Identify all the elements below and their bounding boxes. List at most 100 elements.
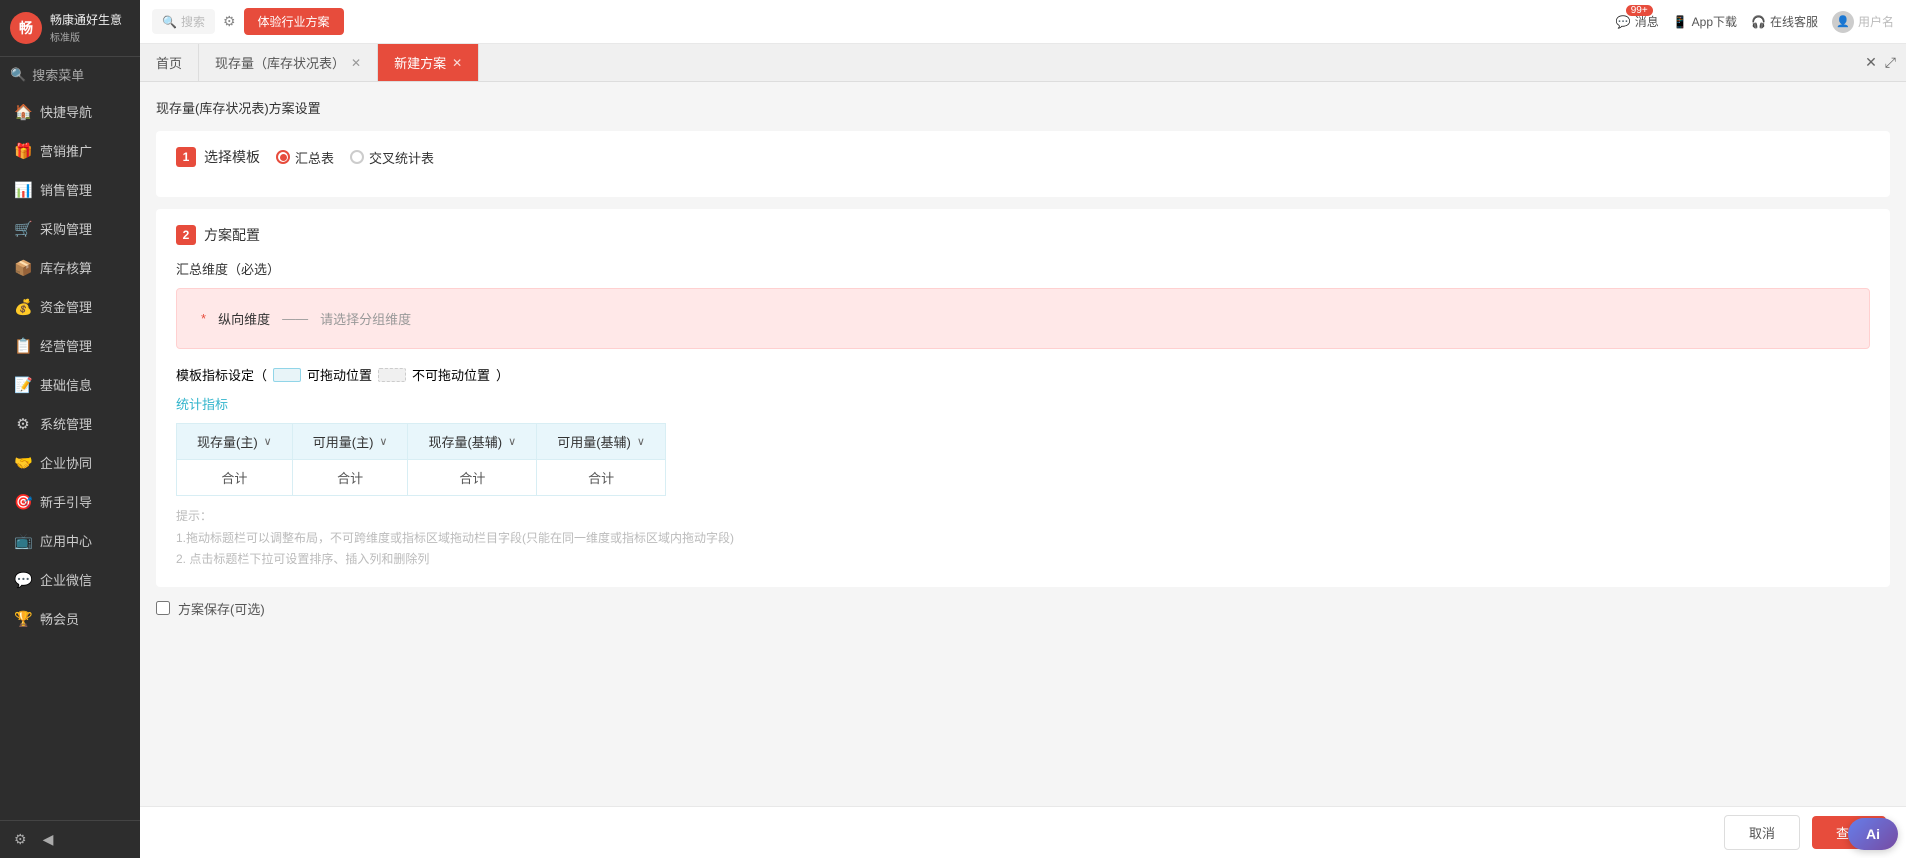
radio-cross[interactable]: 交叉统计表 <box>350 148 434 167</box>
message-icon: 💬 <box>1616 15 1631 29</box>
radio-cross-label: 交叉统计表 <box>369 148 434 167</box>
tab-inventory[interactable]: 现存量（库存状况表） ✕ <box>199 44 378 81</box>
cell-1: 合计 <box>292 460 408 496</box>
phone-icon: 📱 <box>1673 15 1688 29</box>
col-label-3: 可用量(基辅) <box>557 432 631 451</box>
dim-placeholder[interactable]: 请选择分组维度 <box>320 309 411 328</box>
trophy-icon: 🏆 <box>14 610 32 628</box>
section-template: 1 选择模板 汇总表 交叉统计表 <box>156 131 1890 197</box>
online-service-btn[interactable]: 🎧 在线客服 <box>1751 13 1818 30</box>
save-checkbox[interactable] <box>156 601 170 615</box>
sidebar-item-label: 企业协同 <box>40 453 92 472</box>
sidebar-item-label: 企业微信 <box>40 570 92 589</box>
tv-icon: 📺 <box>14 532 32 550</box>
col-label-2: 现存量(基辅) <box>428 432 502 451</box>
sidebar-item-label: 经营管理 <box>40 336 92 355</box>
app-edition: 标准版 <box>50 29 122 44</box>
sidebar-footer: ⚙ ◀ <box>0 820 140 858</box>
close-panel-icon[interactable]: ✕ <box>1865 54 1877 71</box>
fixed-legend-box <box>378 368 406 382</box>
sidebar-item-enterprise[interactable]: 🤝 企业协同 <box>0 443 140 482</box>
section1-header: 1 选择模板 汇总表 交叉统计表 <box>176 147 1870 167</box>
avatar: 👤 <box>1832 11 1854 33</box>
tab-home[interactable]: 首页 <box>140 44 199 81</box>
app-download-btn[interactable]: 📱 App下载 <box>1673 13 1737 30</box>
search-label: 搜索菜单 <box>32 65 84 84</box>
sidebar-item-sales[interactable]: 📊 销售管理 <box>0 170 140 209</box>
col-header-0[interactable]: 现存量(主) ∨ <box>177 424 293 460</box>
sidebar-search[interactable]: 🔍 搜索菜单 <box>0 57 140 92</box>
sidebar-item-label: 应用中心 <box>40 531 92 550</box>
app-logo-icon: 畅 <box>10 12 42 44</box>
col-chevron-3[interactable]: ∨ <box>637 435 645 448</box>
topbar-gear-icon[interactable]: ⚙ <box>223 13 236 30</box>
message-badge: 99+ <box>1626 5 1653 16</box>
search-icon: 🔍 <box>10 67 26 83</box>
sidebar-item-marketing[interactable]: 🎁 营销推广 <box>0 131 140 170</box>
legend-fixed-label: 不可拖动位置 <box>412 365 490 384</box>
document-icon: 📝 <box>14 376 32 394</box>
section2-header: 2 方案配置 <box>176 225 1870 245</box>
user-menu[interactable]: 👤 用户名 <box>1832 11 1894 33</box>
topbar-right: 💬 消息 99+ 📱 App下载 🎧 在线客服 👤 用户名 <box>1616 11 1894 33</box>
gear-icon: ⚙ <box>14 415 32 433</box>
cart-icon: 🛒 <box>14 220 32 238</box>
sidebar-item-member[interactable]: 🏆 畅会员 <box>0 599 140 638</box>
sidebar-item-wechat[interactable]: 💬 企业微信 <box>0 560 140 599</box>
template-radio-group: 汇总表 交叉统计表 <box>276 148 434 167</box>
ai-float-button[interactable]: Ai <box>1848 818 1898 850</box>
radio-summary[interactable]: 汇总表 <box>276 148 334 167</box>
tip-item-2-text: 2. 点击标题栏下拉可设置排序、插入列和删除列 <box>176 552 429 566</box>
sidebar-item-system[interactable]: ⚙ 系统管理 <box>0 404 140 443</box>
col-chevron-0[interactable]: ∨ <box>264 435 272 448</box>
col-chevron-2[interactable]: ∨ <box>508 435 516 448</box>
stat-table-header-row: 现存量(主) ∨ 可用量(主) ∨ 现存量(基辅 <box>177 424 666 460</box>
sidebar-item-inventory[interactable]: 📦 库存核算 <box>0 248 140 287</box>
dim-dash: —— <box>282 311 308 326</box>
service-label: 在线客服 <box>1770 13 1818 30</box>
app-name: 畅康通好生意 <box>50 12 122 29</box>
indicator-close: ） <box>496 365 509 384</box>
section1-num: 1 <box>176 147 196 167</box>
gift-icon: 🎁 <box>14 142 32 160</box>
box-icon: 📦 <box>14 259 32 277</box>
target-icon: 🎯 <box>14 493 32 511</box>
tabbar-controls: ✕ ⤢ <box>1855 44 1906 81</box>
sidebar-item-guide[interactable]: 🎯 新手引导 <box>0 482 140 521</box>
radio-summary-label: 汇总表 <box>295 148 334 167</box>
sidebar-item-purchase[interactable]: 🛒 采购管理 <box>0 209 140 248</box>
settings-icon[interactable]: ⚙ <box>14 831 27 848</box>
sidebar-item-quicknav[interactable]: 🏠 快捷导航 <box>0 92 140 131</box>
col-header-3[interactable]: 可用量(基辅) ∨ <box>537 424 666 460</box>
topbar-search[interactable]: 🔍 搜索 <box>152 9 215 34</box>
tab-inventory-close[interactable]: ✕ <box>351 56 361 70</box>
handshake-icon: 🤝 <box>14 454 32 472</box>
sidebar-item-app-center[interactable]: 📺 应用中心 <box>0 521 140 560</box>
legend-draggable-label: 可拖动位置 <box>307 365 372 384</box>
sidebar-item-label: 资金管理 <box>40 297 92 316</box>
cell-0: 合计 <box>177 460 293 496</box>
sidebar-item-operations[interactable]: 📋 经营管理 <box>0 326 140 365</box>
content-area: 现存量(库存状况表)方案设置 1 选择模板 汇总表 交叉统计表 <box>140 82 1906 806</box>
col-chevron-1[interactable]: ∨ <box>379 435 387 448</box>
cancel-button[interactable]: 取消 <box>1724 815 1800 850</box>
tab-inventory-label: 现存量（库存状况表） <box>215 53 345 72</box>
tip-item-1: 1.拖动标题栏可以调整布局，不可跨维度或指标区域拖动栏目字段(只能在同一维度或指… <box>176 528 1870 550</box>
trial-btn[interactable]: 体验行业方案 <box>244 8 344 35</box>
collapse-icon[interactable]: ◀ <box>43 831 54 848</box>
stat-table-title: 统计指标 <box>176 394 1870 413</box>
sidebar-item-finance[interactable]: 💰 资金管理 <box>0 287 140 326</box>
tab-new-scheme[interactable]: 新建方案 ✕ <box>378 44 479 81</box>
col-header-2[interactable]: 现存量(基辅) ∨ <box>408 424 537 460</box>
tab-new-label: 新建方案 <box>394 53 446 72</box>
sidebar: 畅 畅康通好生意 标准版 🔍 搜索菜单 🏠 快捷导航 🎁 营销推广 📊 销售管理… <box>0 0 140 858</box>
message-btn[interactable]: 💬 消息 99+ <box>1616 13 1659 30</box>
search-icon: 🔍 <box>162 15 177 29</box>
required-mark: * <box>201 311 206 326</box>
col-header-1[interactable]: 可用量(主) ∨ <box>292 424 408 460</box>
section2-num: 2 <box>176 225 196 245</box>
tab-new-close[interactable]: ✕ <box>452 56 462 70</box>
expand-icon[interactable]: ⤢ <box>1885 54 1896 71</box>
section-config: 2 方案配置 汇总维度（必选） * 纵向维度 —— 请选择分组维度 模板指标设定… <box>156 209 1890 587</box>
sidebar-item-basic-info[interactable]: 📝 基础信息 <box>0 365 140 404</box>
